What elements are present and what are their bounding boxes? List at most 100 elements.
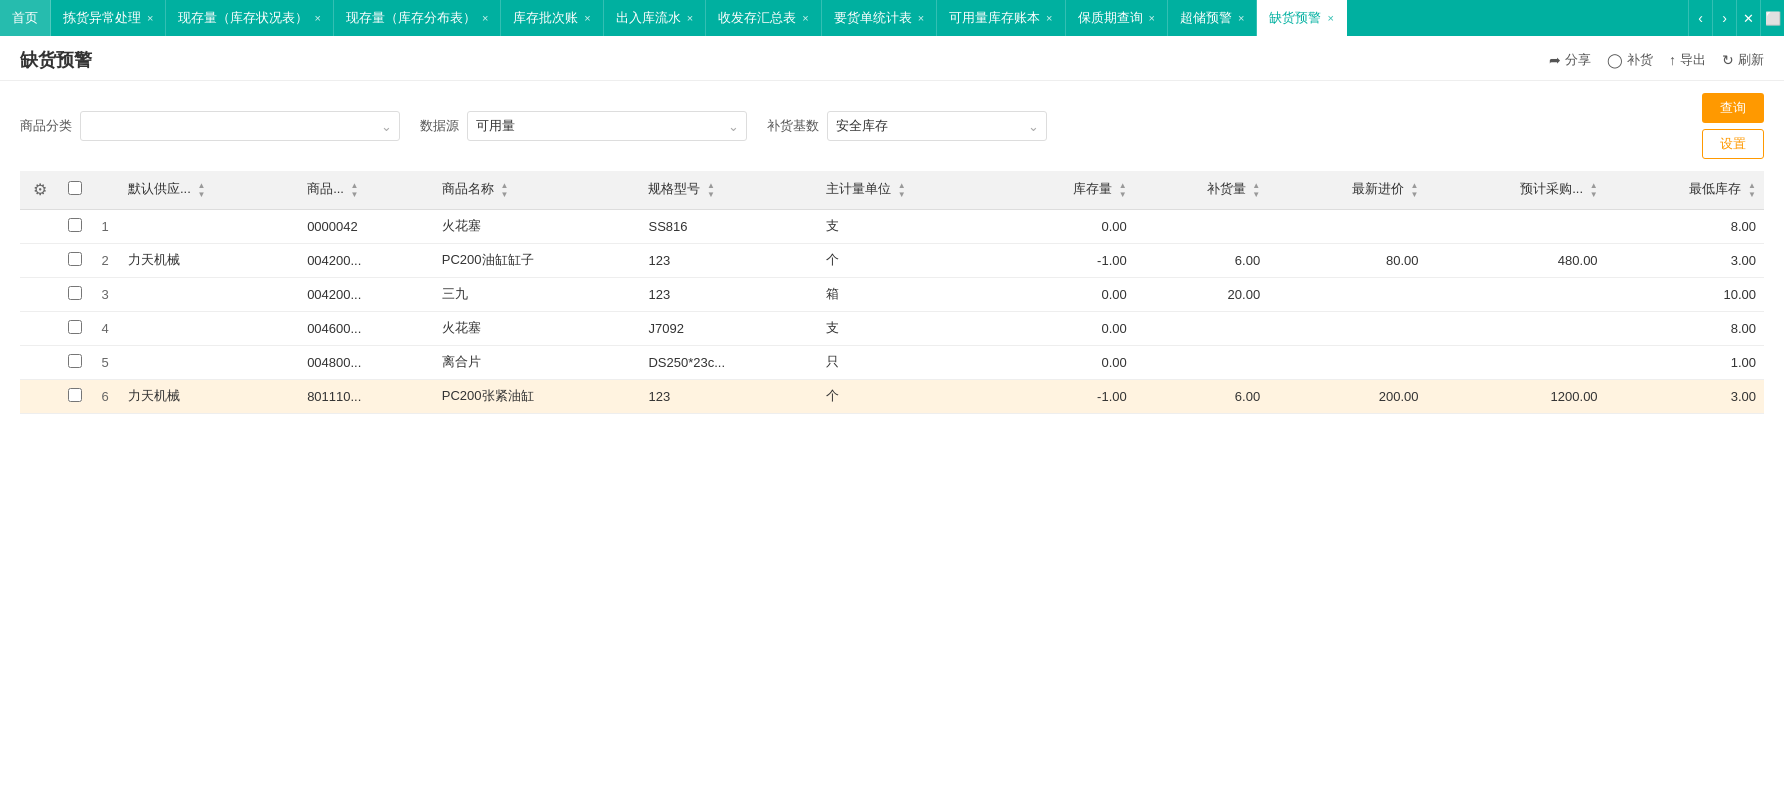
row-unit: 个 — [818, 243, 1001, 277]
nav-tab-9[interactable]: 保质期查询 × — [1066, 0, 1168, 36]
row-stock: -1.00 — [1001, 243, 1134, 277]
th-latest-price[interactable]: 最新进价 ▲▼ — [1268, 171, 1426, 209]
th-min-stock[interactable]: 最低库存 ▲▼ — [1606, 171, 1764, 209]
nav-tab-label-7: 要货单统计表 — [834, 9, 912, 27]
sort-arrows-replenish: ▲▼ — [1252, 181, 1260, 199]
nav-tab-label-9: 保质期查询 — [1078, 9, 1143, 27]
nav-tab-3[interactable]: 现存量（库存分布表）× — [334, 0, 501, 36]
row-num-5: 6 — [90, 379, 120, 413]
refresh-button[interactable]: ↻ 刷新 — [1722, 51, 1764, 69]
export-button[interactable]: ↑ 导出 — [1669, 51, 1706, 69]
nav-tab-close-10[interactable]: × — [1238, 12, 1244, 24]
nav-tab-11[interactable]: 缺货预警 × — [1257, 0, 1346, 36]
share-button[interactable]: ➦ 分享 — [1549, 51, 1591, 69]
row-product-code: 801110... — [299, 379, 434, 413]
th-stock-label: 库存量 — [1073, 181, 1112, 196]
nav-close-arrow[interactable]: ✕ — [1736, 0, 1760, 36]
th-product-code-label: 商品... — [307, 181, 344, 196]
nav-tab-6[interactable]: 收发存汇总表× — [706, 0, 821, 36]
th-spec-label: 规格型号 — [648, 181, 700, 196]
page-title: 缺货预警 — [20, 48, 92, 72]
row-num-2: 3 — [90, 277, 120, 311]
row-supplier — [120, 209, 299, 243]
replenish-button[interactable]: ◯ 补货 — [1607, 51, 1653, 69]
row-checkbox-2[interactable] — [68, 286, 82, 300]
row-checkbox-5[interactable] — [68, 388, 82, 402]
row-num-4: 5 — [90, 345, 120, 379]
nav-tab-2[interactable]: 现存量（库存状况表）× — [166, 0, 333, 36]
nav-tab-close-6[interactable]: × — [802, 12, 808, 24]
th-unit-label: 主计量单位 — [826, 181, 891, 196]
row-min-stock: 3.00 — [1606, 243, 1764, 277]
th-supplier-label: 默认供应... — [128, 181, 191, 196]
row-product-code: 004200... — [299, 243, 434, 277]
settings-button[interactable]: 设置 — [1702, 129, 1764, 159]
nav-next-arrow[interactable]: › — [1712, 0, 1736, 36]
th-stock[interactable]: 库存量 ▲▼ — [1001, 171, 1134, 209]
row-stock: 0.00 — [1001, 209, 1134, 243]
row-unit: 支 — [818, 209, 1001, 243]
nav-tab-close-7[interactable]: × — [918, 12, 924, 24]
row-checkbox-cell — [60, 379, 90, 413]
nav-tab-1[interactable]: 拣货异常处理× — [51, 0, 166, 36]
nav-prev-arrow[interactable]: ‹ — [1688, 0, 1712, 36]
export-icon: ↑ — [1669, 52, 1676, 68]
nav-tab-0[interactable]: 首页 — [0, 0, 51, 36]
th-unit[interactable]: 主计量单位 ▲▼ — [818, 171, 1001, 209]
nav-tab-label-11: 缺货预警 — [1269, 9, 1321, 27]
th-product-code[interactable]: 商品... ▲▼ — [299, 171, 434, 209]
nav-tab-close-3[interactable]: × — [482, 12, 488, 24]
row-checkbox-1[interactable] — [68, 252, 82, 266]
row-supplier — [120, 345, 299, 379]
table-row: 4004600...火花塞J7092支0.008.00 — [20, 311, 1764, 345]
sort-arrows-supplier: ▲▼ — [197, 181, 205, 199]
th-latest-price-label: 最新进价 — [1352, 181, 1404, 196]
nav-tab-7[interactable]: 要货单统计表 × — [822, 0, 937, 36]
th-row-num — [90, 171, 120, 209]
th-replenish-label: 补货量 — [1207, 181, 1246, 196]
row-spec: 123 — [640, 379, 818, 413]
th-estimated-purchase[interactable]: 预计采购... ▲▼ — [1426, 171, 1605, 209]
row-checkbox-4[interactable] — [68, 354, 82, 368]
datasource-select-wrapper[interactable]: 可用量 ⌄ — [467, 111, 747, 141]
filter-area: 商品分类 ⌄ 数据源 可用量 ⌄ 补货基数 安全库存 — [0, 81, 1784, 171]
nav-tab-4[interactable]: 库存批次账× — [501, 0, 603, 36]
nav-tab-close-4[interactable]: × — [584, 12, 590, 24]
replenish-base-select[interactable]: 安全库存 — [827, 111, 1047, 141]
nav-tab-close-2[interactable]: × — [314, 12, 320, 24]
nav-tab-close-1[interactable]: × — [147, 12, 153, 24]
row-product-code: 004600... — [299, 311, 434, 345]
gear-icon[interactable]: ⚙ — [33, 181, 47, 198]
row-replenish: 6.00 — [1135, 243, 1268, 277]
row-latest-price — [1268, 277, 1426, 311]
row-checkbox-3[interactable] — [68, 320, 82, 334]
nav-tab-close-8[interactable]: × — [1046, 12, 1052, 24]
query-button[interactable]: 查询 — [1702, 93, 1764, 123]
nav-tab-close-5[interactable]: × — [687, 12, 693, 24]
nav-tab-5[interactable]: 出入库流水× — [604, 0, 706, 36]
nav-tab-10[interactable]: 超储预警× — [1168, 0, 1257, 36]
nav-tab-close-11[interactable]: × — [1327, 12, 1333, 24]
row-checkbox-0[interactable] — [68, 218, 82, 232]
replenish-base-select-wrapper[interactable]: 安全库存 ⌄ — [827, 111, 1047, 141]
row-product-code: 004800... — [299, 345, 434, 379]
row-spec: DS250*23c... — [640, 345, 818, 379]
row-estimated-purchase: 1200.00 — [1426, 379, 1605, 413]
header-actions: ➦ 分享 ◯ 补货 ↑ 导出 ↻ 刷新 — [1549, 51, 1764, 69]
replenish-icon: ◯ — [1607, 52, 1623, 68]
th-replenish[interactable]: 补货量 ▲▼ — [1135, 171, 1268, 209]
row-gear-cell — [20, 277, 60, 311]
row-replenish — [1135, 311, 1268, 345]
category-select[interactable] — [80, 111, 400, 141]
select-all-checkbox[interactable] — [68, 181, 82, 195]
th-supplier[interactable]: 默认供应... ▲▼ — [120, 171, 299, 209]
sort-arrows-unit: ▲▼ — [898, 181, 906, 199]
th-product-name[interactable]: 商品名称 ▲▼ — [434, 171, 641, 209]
datasource-select[interactable]: 可用量 — [467, 111, 747, 141]
nav-maximize-arrow[interactable]: ⬜ — [1760, 0, 1784, 36]
category-select-wrapper[interactable]: ⌄ — [80, 111, 400, 141]
th-spec[interactable]: 规格型号 ▲▼ — [640, 171, 818, 209]
nav-tab-8[interactable]: 可用量库存账本× — [937, 0, 1065, 36]
nav-tab-close-9[interactable]: × — [1149, 12, 1155, 24]
sort-arrows-estimated-purchase: ▲▼ — [1590, 181, 1598, 199]
